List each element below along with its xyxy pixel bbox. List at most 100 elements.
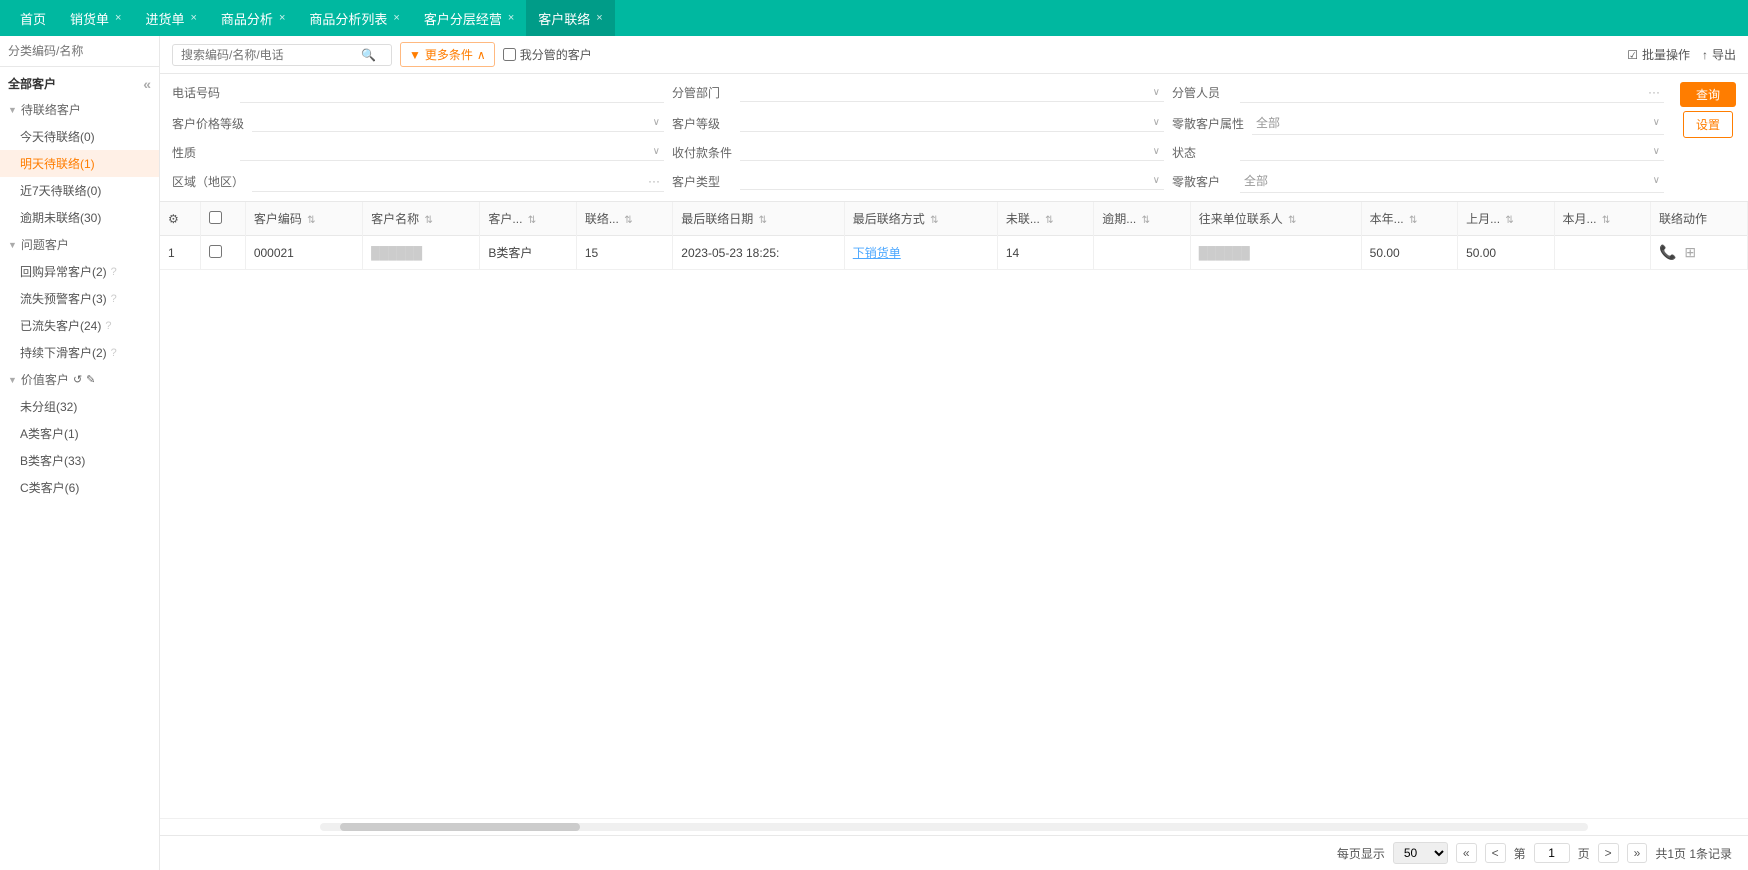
sidebar-item-today-contact[interactable]: 今天待联络(0) bbox=[0, 123, 159, 150]
nav-item-sales[interactable]: 销货单 × bbox=[58, 0, 133, 36]
action-phone-icon[interactable]: 📞 bbox=[1659, 244, 1676, 261]
close-icon[interactable]: × bbox=[190, 12, 196, 24]
edit-icon[interactable]: ✎ bbox=[86, 373, 95, 386]
page-number-input[interactable] bbox=[1534, 843, 1570, 863]
col-code[interactable]: 客户编码 ⇅ bbox=[245, 202, 362, 236]
filter-manager: 分管人员 ··· bbox=[1172, 82, 1664, 103]
cell-code: 000021 bbox=[245, 236, 362, 270]
filter-retail-attr-select[interactable]: 全部 ∨ bbox=[1252, 111, 1664, 135]
filter-status-select[interactable]: ∨ bbox=[1240, 143, 1664, 161]
filter-status: 状态 ∨ bbox=[1172, 143, 1664, 161]
sidebar-item-a-class[interactable]: A类客户(1) bbox=[0, 420, 159, 447]
pagination: 每页显示 50 100 200 « < 第 页 > » 共1页 1条记录 bbox=[160, 835, 1748, 870]
filter-dept-select[interactable]: ∨ bbox=[740, 84, 1164, 102]
filter-nature-select[interactable]: ∨ bbox=[240, 143, 664, 161]
toolbar-search-input[interactable] bbox=[181, 48, 361, 62]
filter-customer-level: 客户等级 ∨ bbox=[672, 114, 1164, 132]
sort-icon: ⇅ bbox=[930, 215, 938, 226]
action-grid-icon[interactable]: ⊞ bbox=[1684, 244, 1696, 261]
help-icon: ? bbox=[111, 347, 117, 359]
next-page-btn[interactable]: > bbox=[1598, 843, 1619, 863]
filter-phone-input[interactable] bbox=[240, 82, 664, 103]
filter-dept: 分管部门 ∨ bbox=[672, 84, 1164, 102]
refresh-icon[interactable]: ↺ bbox=[73, 373, 82, 386]
group-pending-contact[interactable]: 待联络客户 bbox=[0, 96, 159, 123]
sidebar-item-repurchase-abnormal[interactable]: 回购异常客户(2) ? bbox=[0, 258, 159, 285]
nav-item-home[interactable]: 首页 bbox=[8, 0, 58, 36]
chevron-down-icon: ∨ bbox=[1653, 175, 1660, 186]
group-value-customers[interactable]: 价值客户 ↺ ✎ bbox=[0, 366, 159, 393]
close-icon[interactable]: × bbox=[115, 12, 121, 24]
filter-manager-select[interactable]: ··· bbox=[1240, 82, 1664, 103]
filter-retail-customer: 零散客户 全部 ∨ bbox=[1172, 169, 1664, 193]
my-customer-checkbox-label[interactable]: 我分管的客户 bbox=[503, 46, 592, 63]
cell-overdue bbox=[1094, 236, 1190, 270]
all-customers-label: 全部客户 bbox=[8, 75, 56, 92]
col-gear[interactable]: ⚙ bbox=[160, 202, 201, 236]
filter-more-btn[interactable]: ▼ 更多条件 ∧ bbox=[400, 42, 495, 67]
batch-op-btn[interactable]: ☑ 批量操作 bbox=[1627, 46, 1690, 63]
col-overdue[interactable]: 逾期... ⇅ bbox=[1094, 202, 1190, 236]
sidebar-item-b-class[interactable]: B类客户(33) bbox=[0, 447, 159, 474]
sidebar-item-tomorrow-contact[interactable]: 明天待联络(1) bbox=[0, 150, 159, 177]
dots-icon[interactable]: ··· bbox=[1648, 85, 1660, 99]
query-button[interactable]: 查询 bbox=[1680, 82, 1736, 107]
export-btn[interactable]: ↑ 导出 bbox=[1702, 46, 1736, 63]
last-page-btn[interactable]: » bbox=[1627, 843, 1648, 863]
my-customer-checkbox[interactable] bbox=[503, 48, 516, 61]
filter-region-select[interactable]: ··· bbox=[252, 171, 664, 192]
filter-actions: 查询 设置 bbox=[1680, 82, 1736, 193]
sort-icon: ⇅ bbox=[307, 215, 315, 226]
nav-item-analysis[interactable]: 商品分析 × bbox=[209, 0, 297, 36]
close-icon[interactable]: × bbox=[508, 12, 514, 24]
scrollbar-thumb[interactable] bbox=[340, 823, 580, 831]
nav-item-analysis-list[interactable]: 商品分析列表 × bbox=[297, 0, 411, 36]
per-page-label: 每页显示 bbox=[1337, 845, 1385, 862]
sidebar-item-churn-warning[interactable]: 流失预警客户(3) ? bbox=[0, 285, 159, 312]
sidebar-item-churned[interactable]: 已流失客户(24) ? bbox=[0, 312, 159, 339]
sidebar-item-ungrouped[interactable]: 未分组(32) bbox=[0, 393, 159, 420]
group-problem-customers[interactable]: 问题客户 bbox=[0, 231, 159, 258]
nav-item-purchase[interactable]: 进货单 × bbox=[133, 0, 208, 36]
col-this-year[interactable]: 本年... ⇅ bbox=[1361, 202, 1457, 236]
filter-price-level-select[interactable]: ∨ bbox=[252, 114, 664, 132]
prev-page-btn[interactable]: < bbox=[1485, 843, 1506, 863]
col-this-month[interactable]: 本月... ⇅ bbox=[1554, 202, 1650, 236]
toolbar-search-box: 🔍 bbox=[172, 44, 392, 66]
sidebar-item-declining[interactable]: 持续下滑客户(2) ? bbox=[0, 339, 159, 366]
filter-customer-type-select[interactable]: ∨ bbox=[740, 172, 1164, 190]
close-icon[interactable]: × bbox=[596, 12, 602, 24]
close-icon[interactable]: × bbox=[393, 12, 399, 24]
chevron-down-icon: ∨ bbox=[1153, 87, 1160, 98]
dots-icon[interactable]: ··· bbox=[648, 174, 660, 188]
gear-icon[interactable]: ⚙ bbox=[168, 212, 179, 226]
last-method-link[interactable]: 下销货单 bbox=[853, 246, 901, 260]
sidebar-search-input[interactable] bbox=[8, 44, 160, 58]
col-uncontacted[interactable]: 未联... ⇅ bbox=[997, 202, 1093, 236]
filter-retail-customer-select[interactable]: 全部 ∨ bbox=[1240, 169, 1664, 193]
cell-checkbox bbox=[201, 236, 246, 270]
export-icon: ↑ bbox=[1702, 48, 1708, 62]
col-last-method[interactable]: 最后联络方式 ⇅ bbox=[844, 202, 997, 236]
col-contact-person[interactable]: 往来单位联系人 ⇅ bbox=[1190, 202, 1361, 236]
nav-item-customer-contact[interactable]: 客户联络 × bbox=[526, 0, 614, 36]
col-contact-count[interactable]: 联络... ⇅ bbox=[576, 202, 672, 236]
first-page-btn[interactable]: « bbox=[1456, 843, 1477, 863]
col-type[interactable]: 客户... ⇅ bbox=[480, 202, 576, 236]
select-all-checkbox[interactable] bbox=[209, 211, 222, 224]
collapse-icon[interactable]: « bbox=[143, 76, 151, 92]
row-checkbox[interactable] bbox=[209, 245, 222, 258]
toolbar-search-icon[interactable]: 🔍 bbox=[361, 48, 376, 62]
sidebar-item-week-contact[interactable]: 近7天待联络(0) bbox=[0, 177, 159, 204]
filter-customer-level-select[interactable]: ∨ bbox=[740, 114, 1164, 132]
nav-item-customer-tier[interactable]: 客户分层经营 × bbox=[412, 0, 526, 36]
sidebar-item-overdue-contact[interactable]: 逾期未联络(30) bbox=[0, 204, 159, 231]
sidebar-item-c-class[interactable]: C类客户(6) bbox=[0, 474, 159, 501]
close-icon[interactable]: × bbox=[279, 12, 285, 24]
setting-button[interactable]: 设置 bbox=[1683, 111, 1733, 138]
per-page-select[interactable]: 50 100 200 bbox=[1393, 842, 1448, 864]
col-name[interactable]: 客户名称 ⇅ bbox=[363, 202, 480, 236]
col-last-month[interactable]: 上月... ⇅ bbox=[1458, 202, 1554, 236]
col-last-date[interactable]: 最后联络日期 ⇅ bbox=[673, 202, 844, 236]
filter-payment-select[interactable]: ∨ bbox=[740, 143, 1164, 161]
